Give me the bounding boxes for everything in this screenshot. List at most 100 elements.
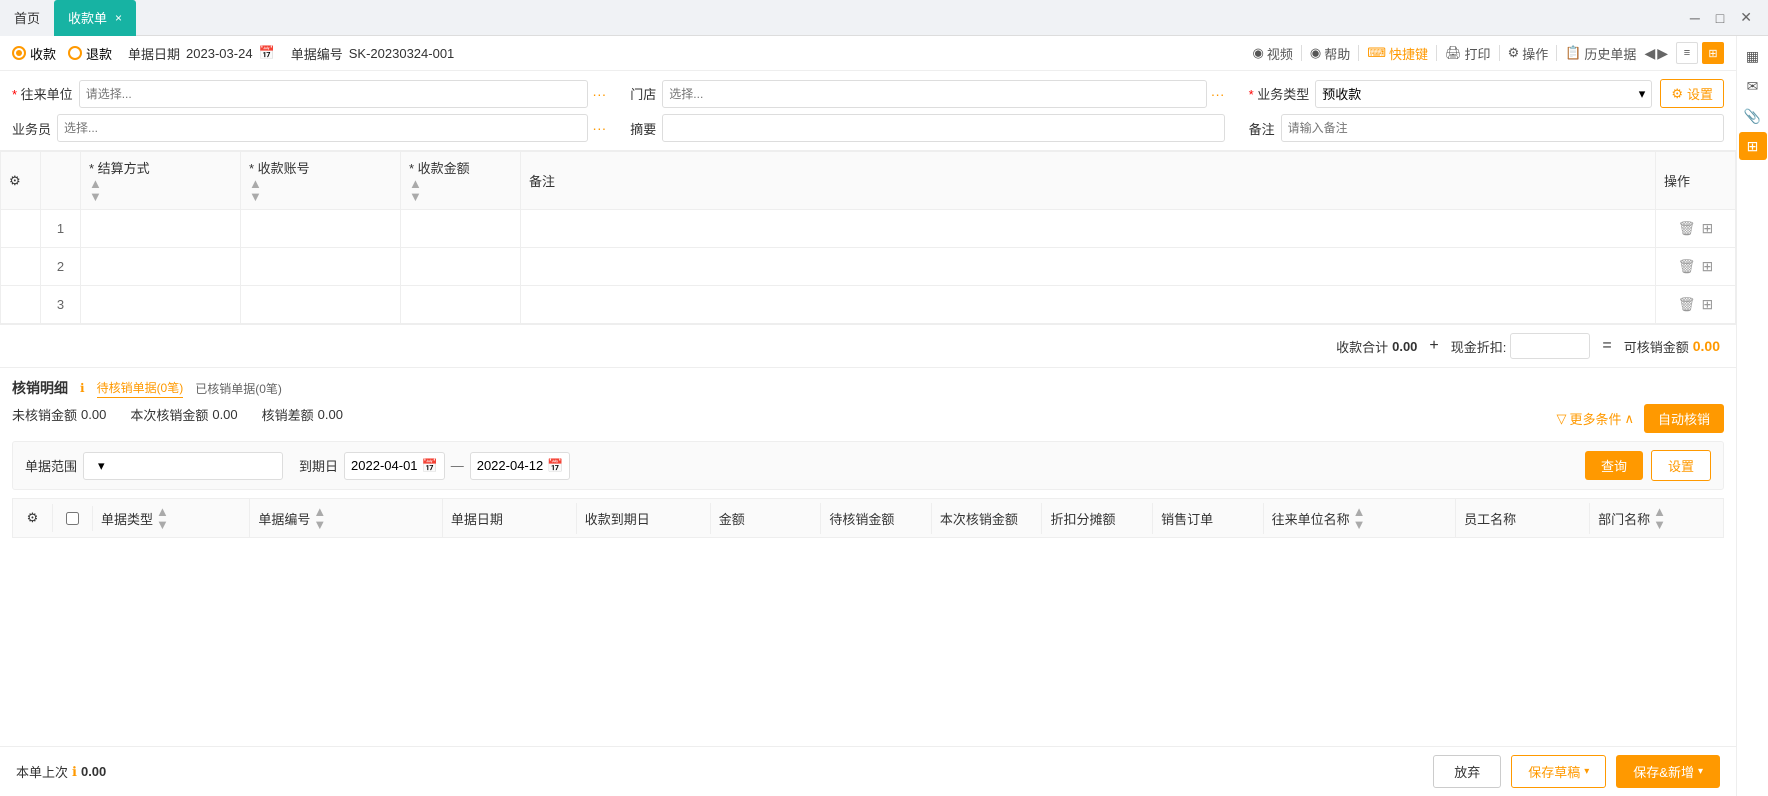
next-arrow[interactable]: ▶ [1657, 45, 1668, 62]
recon-stats-row: 未核销金额 0.00 本次核销金额 0.00 核销差额 0.00 ▽ 更多条件 … [12, 404, 1724, 433]
filter-settings-button[interactable]: 设置 [1651, 450, 1711, 481]
available-label: 可核销金额 [1624, 337, 1689, 356]
footer-value: 0.00 [81, 764, 106, 779]
discount-input[interactable] [1510, 333, 1590, 359]
row1-amount[interactable] [401, 210, 521, 248]
counterpart-dots[interactable]: ··· [592, 86, 606, 102]
sidebar-clip-icon[interactable]: 📎 [1739, 102, 1767, 130]
save-new-chevron-icon: ▾ [1698, 766, 1703, 777]
row3-settings [1, 286, 41, 324]
row3-copy-icon[interactable]: ⊞ [1702, 296, 1714, 313]
prev-arrow[interactable]: ◀ [1644, 45, 1655, 62]
salesman-dots[interactable]: ··· [592, 120, 606, 136]
receipt-type-radio-group: 收款 退款 [12, 44, 112, 63]
video-btn[interactable]: ◉ 视频 [1253, 44, 1293, 63]
reconciliation-section: 核销明细 ℹ 待核销单据(0笔) 已核销单据(0笔) 未核销金额 0.00 本次… [0, 368, 1736, 746]
tab-receipt-label: 收款单 [68, 8, 107, 27]
salesman-input[interactable] [57, 114, 588, 142]
sidebar-mail-icon[interactable]: ✉ [1739, 72, 1767, 100]
print-btn[interactable]: 🖨 打印 [1445, 44, 1491, 63]
row2-account[interactable] [241, 248, 401, 286]
col-header-note: 备注 [521, 152, 1656, 210]
bth-settings[interactable]: ⚙ [13, 504, 53, 532]
history-btn[interactable]: 📋 历史单据 [1565, 44, 1636, 63]
row1-method[interactable] [81, 210, 241, 248]
table-row: 2 🗑 ⊞ [1, 248, 1736, 286]
receipt-radio[interactable]: 收款 [12, 44, 56, 63]
save-draft-button[interactable]: 保存草稿 ▾ [1511, 755, 1606, 788]
shortcut-btn[interactable]: ⌨ 快捷键 [1367, 44, 1428, 63]
available-value: 0.00 [1693, 338, 1720, 354]
stat-unpaid-value: 0.00 [81, 407, 106, 422]
bth-checkbox[interactable] [53, 506, 93, 531]
summary-field: 摘要 [630, 114, 1224, 142]
store-dots[interactable]: ··· [1211, 86, 1225, 102]
pending-tab[interactable]: 待核销单据(0笔) [97, 379, 184, 398]
row3-account[interactable] [241, 286, 401, 324]
date-from-field[interactable]: 2022-04-01 📅 [344, 452, 445, 480]
right-sidebar: ▦ ✉ 📎 ⊞ [1736, 36, 1768, 796]
store-input[interactable] [662, 80, 1206, 108]
bth-sales-order: 销售订单 [1153, 503, 1264, 534]
counterpart-input[interactable] [79, 80, 589, 108]
row2-settings [1, 248, 41, 286]
operation-btn[interactable]: ⚙ 操作 [1508, 44, 1549, 63]
salesman-label: 业务员 [12, 119, 51, 138]
row1-copy-icon[interactable]: ⊞ [1702, 220, 1714, 237]
range-select[interactable]: ▾ [83, 452, 283, 480]
minimize-button[interactable]: ─ [1682, 10, 1708, 26]
select-all-checkbox[interactable] [66, 512, 79, 525]
business-type-select[interactable]: 预收款 ▾ [1315, 80, 1652, 108]
date-to-field[interactable]: 2022-04-12 📅 [470, 452, 571, 480]
query-button[interactable]: 查询 [1585, 451, 1643, 480]
abandon-button[interactable]: 放弃 [1433, 755, 1501, 788]
recon-info-icon[interactable]: ℹ [80, 381, 85, 395]
stat-this-label: 本次核销金额 [130, 405, 208, 424]
sidebar-table-icon[interactable]: ▦ [1739, 42, 1767, 70]
table-row: 1 🗑 ⊞ [1, 210, 1736, 248]
maximize-button[interactable]: □ [1708, 10, 1732, 26]
row2-delete-icon[interactable]: 🗑 [1678, 258, 1696, 275]
tab-close-icon[interactable]: × [115, 11, 122, 25]
tab-home[interactable]: 首页 [0, 0, 54, 36]
list-view-btn[interactable]: ≡ [1676, 42, 1698, 64]
save-new-button[interactable]: 保存&新增 ▾ [1616, 755, 1720, 788]
auto-recon-button[interactable]: 自动核销 [1644, 404, 1724, 433]
row3-method[interactable] [81, 286, 241, 324]
tab-receipt[interactable]: 收款单 × [54, 0, 136, 36]
operation-icon: ⚙ [1508, 45, 1520, 61]
row3-delete-icon[interactable]: 🗑 [1678, 296, 1696, 313]
settings-button[interactable]: ⚙ 设置 [1660, 79, 1724, 108]
row1-delete-icon[interactable]: 🗑 [1678, 220, 1696, 237]
summary-input[interactable] [662, 114, 1224, 142]
close-window-button[interactable]: ✕ [1732, 9, 1760, 26]
divider5 [1556, 45, 1557, 61]
row1-note[interactable] [521, 210, 1656, 248]
row2-copy-icon[interactable]: ⊞ [1702, 258, 1714, 275]
shortcut-label: 快捷键 [1389, 44, 1428, 63]
doc-no-label: 单据编号 [291, 44, 343, 63]
help-btn[interactable]: ◉ 帮助 [1310, 44, 1350, 63]
row2-num: 2 [41, 248, 81, 286]
note-input[interactable] [1281, 114, 1724, 142]
more-conditions-btn[interactable]: ▽ 更多条件 ∧ [1556, 409, 1634, 428]
sidebar-expand-icon[interactable]: ⊞ [1739, 132, 1767, 160]
due-date-filter: 到期日 2022-04-01 📅 — 2022-04-12 📅 [299, 452, 570, 480]
row2-amount[interactable] [401, 248, 521, 286]
due-date-label: 到期日 [299, 456, 338, 475]
col-header-settings[interactable]: ⚙ [1, 152, 41, 210]
refund-radio[interactable]: 退款 [68, 44, 112, 63]
calendar-icon[interactable]: 📅 [259, 45, 275, 61]
row2-note[interactable] [521, 248, 1656, 286]
col-header-amount: * 收款金额 ▲▼ [401, 152, 521, 210]
row3-note[interactable] [521, 286, 1656, 324]
row2-method[interactable] [81, 248, 241, 286]
discount-summary: 现金折扣: [1451, 333, 1591, 359]
row1-account[interactable] [241, 210, 401, 248]
row3-amount[interactable] [401, 286, 521, 324]
stat-unpaid-label: 未核销金额 [12, 405, 77, 424]
grid-view-btn[interactable]: ⊞ [1702, 42, 1724, 64]
print-label: 打印 [1465, 44, 1491, 63]
done-tab[interactable]: 已核销单据(0笔) [195, 380, 282, 397]
footer-info-icon[interactable]: ℹ [72, 764, 77, 780]
